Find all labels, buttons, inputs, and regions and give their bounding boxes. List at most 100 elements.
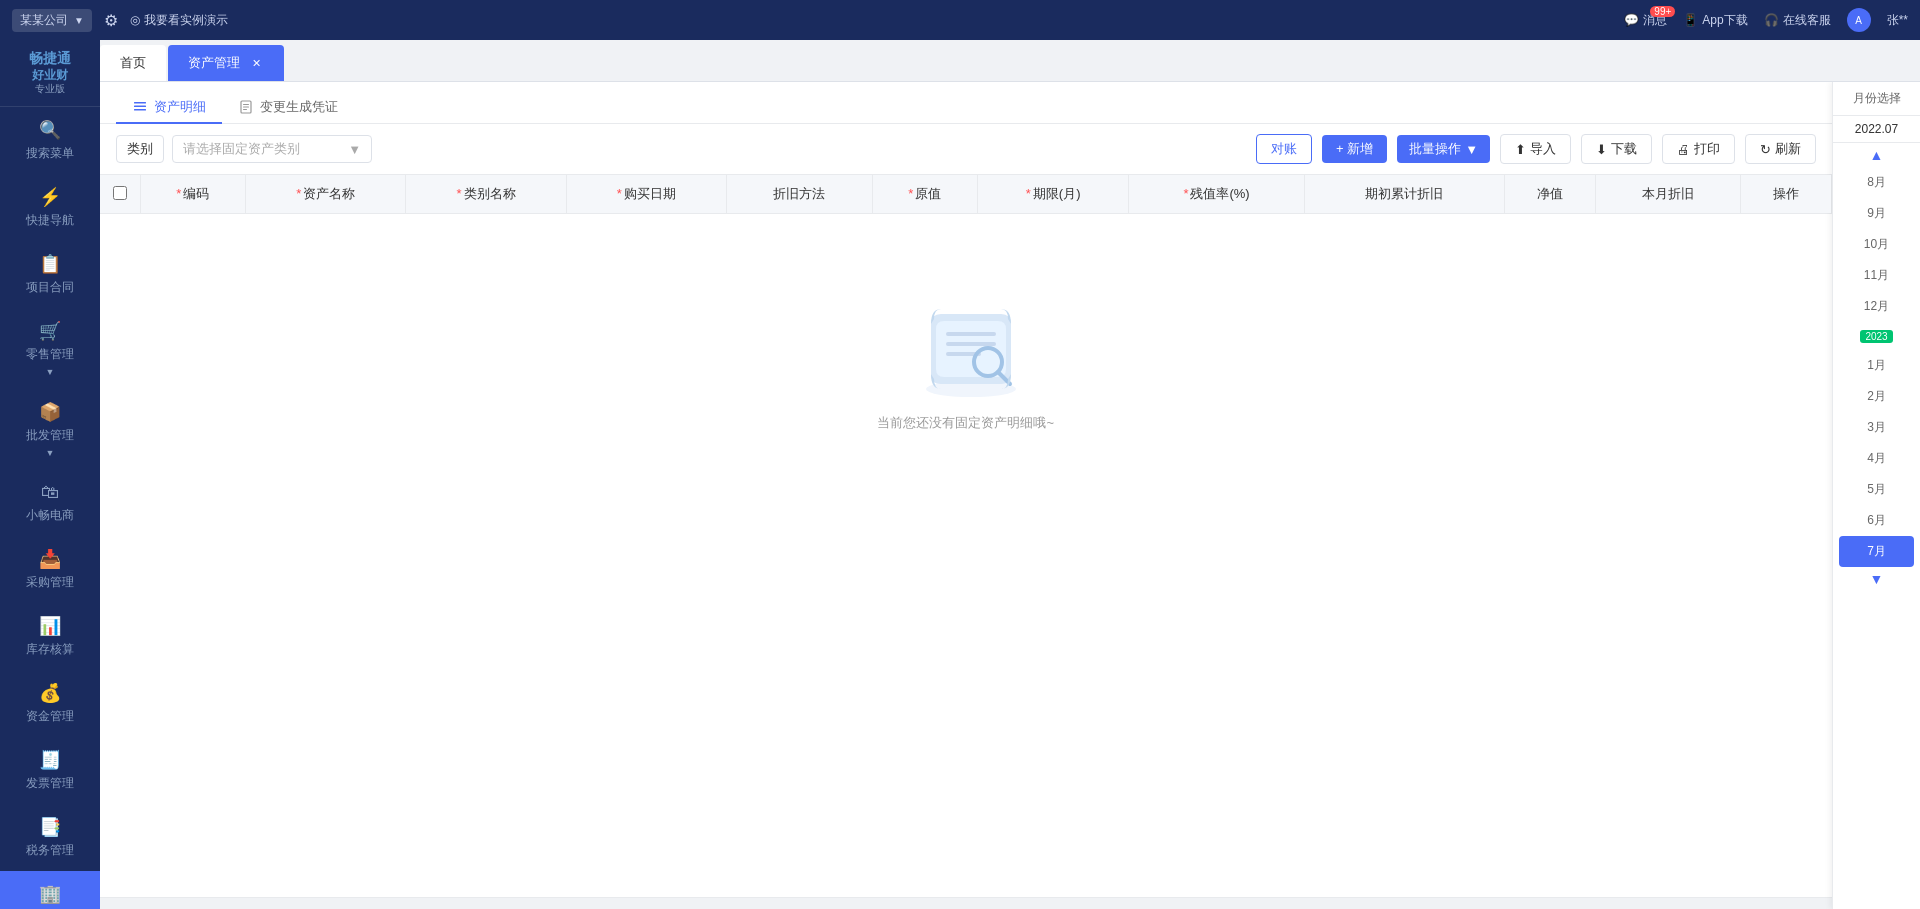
th-net-value-label: 净值 <box>1537 186 1563 201</box>
service-icon: 🎧 <box>1764 13 1779 27</box>
sidebar-item-ecommerce[interactable]: 🛍 小畅电商 <box>0 470 100 536</box>
table-body: 当前您还没有固定资产明细哦~ <box>100 214 1832 513</box>
add-button[interactable]: + 新增 <box>1322 135 1387 163</box>
settings-icon[interactable]: ⚙ <box>100 7 122 34</box>
month-item-6[interactable]: 6月 <box>1833 505 1920 536</box>
company-selector[interactable]: 某某公司 ▼ <box>12 9 92 32</box>
app-download-button[interactable]: 📱 App下载 <box>1683 12 1747 29</box>
month-year-badge: 2023 <box>1833 322 1920 350</box>
sidebar-item-project[interactable]: 📋 项目合同 <box>0 241 100 308</box>
table-header-row: *编码 *资产名称 *类别名称 *购买日期 <box>100 175 1832 214</box>
category-select[interactable]: 请选择固定资产类别 ▼ <box>172 135 372 163</box>
refresh-button[interactable]: ↻ 刷新 <box>1745 134 1816 164</box>
sidebar-item-fixedasset[interactable]: 🏢 固定资产 <box>0 871 100 909</box>
empty-cell: 当前您还没有固定资产明细哦~ <box>100 214 1832 513</box>
month-item-5[interactable]: 5月 <box>1833 474 1920 505</box>
th-monthly-label: 本月折旧 <box>1642 186 1694 201</box>
print-button[interactable]: 🖨 打印 <box>1662 134 1735 164</box>
month-item-2[interactable]: 2月 <box>1833 381 1920 412</box>
demo-label: 我要看实例演示 <box>144 12 228 29</box>
demo-icon: ◎ <box>130 13 140 27</box>
tab-home[interactable]: 首页 <box>100 45 166 81</box>
sidebar-item-quicknav[interactable]: ⚡ 快捷导航 <box>0 174 100 241</box>
month-item-9[interactable]: 9月 <box>1833 198 1920 229</box>
sidebar-item-finance[interactable]: 💰 资金管理 <box>0 670 100 737</box>
svg-rect-0 <box>134 102 146 104</box>
sidebar-item-retail[interactable]: 🛒 零售管理 ▼ <box>0 308 100 389</box>
arrow-icon: ▼ <box>46 367 55 377</box>
sidebar-item-purchase[interactable]: 📥 采购管理 <box>0 536 100 603</box>
top-bar: 某某公司 ▼ ⚙ ◎ 我要看实例演示 💬 消息 99+ 📱 App下载 🎧 在线… <box>0 0 1920 40</box>
empty-text: 当前您还没有固定资产明细哦~ <box>877 414 1054 432</box>
month-item-12[interactable]: 12月 <box>1833 291 1920 322</box>
bottom-scroll-bar[interactable] <box>100 897 1832 909</box>
chevron-down-icon: ▼ <box>74 15 84 26</box>
th-category: *类别名称 <box>406 175 566 214</box>
month-item-7-selected[interactable]: 7月 <box>1839 536 1914 567</box>
download-icon: ⬇ <box>1596 142 1607 157</box>
message-button[interactable]: 💬 消息 99+ <box>1624 12 1667 29</box>
tab-close-icon[interactable]: ✕ <box>248 55 264 71</box>
tab-bar: 首页 资产管理 ✕ <box>100 40 1920 82</box>
sidebar-item-search[interactable]: 🔍 搜索菜单 <box>0 107 100 174</box>
import-icon: ⬆ <box>1515 142 1526 157</box>
reconcile-button[interactable]: 对账 <box>1256 134 1312 164</box>
th-code: *编码 <box>140 175 246 214</box>
th-residual-rate: *残值率(%) <box>1129 175 1305 214</box>
month-item-8[interactable]: 8月 <box>1833 167 1920 198</box>
sidebar-item-wholesale[interactable]: 📦 批发管理 ▼ <box>0 389 100 470</box>
tax-icon: 📑 <box>39 816 61 838</box>
batch-operation-button[interactable]: 批量操作 ▼ <box>1397 135 1490 163</box>
app-download-label: App下载 <box>1702 12 1747 29</box>
filter-placeholder: 请选择固定资产类别 <box>183 140 300 158</box>
th-purchase-date: *购买日期 <box>566 175 726 214</box>
th-code-label: 编码 <box>183 186 209 201</box>
tab-asset-label: 资产管理 <box>188 54 240 72</box>
th-depreciation-method: 折旧方法 <box>727 175 872 214</box>
inventory-icon: 📊 <box>39 615 61 637</box>
category-filter[interactable]: 类别 <box>116 135 164 163</box>
month-nav: ▲ 8月 9月 10月 11月 12月 2023 1月 2月 3月 4月 5月 … <box>1833 143 1920 591</box>
svg-rect-6 <box>243 109 247 110</box>
user-name: 张** <box>1887 12 1908 29</box>
download-button[interactable]: ⬇ 下载 <box>1581 134 1652 164</box>
sidebar-item-invoice[interactable]: 🧾 发票管理 <box>0 737 100 804</box>
sub-tab-asset-detail[interactable]: 资产明细 <box>116 92 222 124</box>
reconcile-label: 对账 <box>1271 140 1297 158</box>
online-service-button[interactable]: 🎧 在线客服 <box>1764 12 1831 29</box>
th-period: *期限(月) <box>978 175 1129 214</box>
sidebar-item-label: 资金管理 <box>26 708 74 725</box>
sub-tab-voucher[interactable]: 变更生成凭证 <box>222 92 354 124</box>
month-item-3[interactable]: 3月 <box>1833 412 1920 443</box>
filter-label: 类别 <box>127 140 153 158</box>
sidebar: 畅捷通 好业财 专业版 🔍 搜索菜单 ⚡ 快捷导航 📋 项目合同 🛒 零售管理 … <box>0 40 100 909</box>
month-item-4[interactable]: 4月 <box>1833 443 1920 474</box>
batch-label: 批量操作 <box>1409 140 1461 158</box>
user-avatar[interactable]: A <box>1847 8 1871 32</box>
month-nav-down-button[interactable]: ▼ <box>1833 567 1920 591</box>
month-item-10[interactable]: 10月 <box>1833 229 1920 260</box>
sub-tabs: 资产明细 变更生成凭证 <box>100 82 1832 124</box>
sidebar-item-inventory[interactable]: 📊 库存核算 <box>0 603 100 670</box>
tab-home-label: 首页 <box>120 54 146 72</box>
arrow-icon: ▼ <box>46 448 55 458</box>
invoice-icon: 🧾 <box>39 749 61 771</box>
tab-asset-management[interactable]: 资产管理 ✕ <box>168 45 284 81</box>
select-all-checkbox[interactable] <box>113 186 127 200</box>
print-icon: 🖨 <box>1677 142 1690 157</box>
company-name: 某某公司 <box>20 12 68 29</box>
toolbar: 类别 请选择固定资产类别 ▼ 对账 + 新增 <box>100 124 1832 175</box>
demo-link[interactable]: ◎ 我要看实例演示 <box>130 12 228 29</box>
ecommerce-icon: 🛍 <box>41 482 59 503</box>
wholesale-icon: 📦 <box>39 401 61 423</box>
month-item-11[interactable]: 11月 <box>1833 260 1920 291</box>
table-container[interactable]: *编码 *资产名称 *类别名称 *购买日期 <box>100 175 1832 897</box>
sub-tab-voucher-label: 变更生成凭证 <box>260 98 338 116</box>
toolbar-left: 类别 请选择固定资产类别 ▼ <box>116 135 372 163</box>
import-button[interactable]: ⬆ 导入 <box>1500 134 1571 164</box>
refresh-label: 刷新 <box>1775 140 1801 158</box>
sidebar-item-tax[interactable]: 📑 税务管理 <box>0 804 100 871</box>
month-nav-up-button[interactable]: ▲ <box>1833 143 1920 167</box>
month-item-1[interactable]: 1月 <box>1833 350 1920 381</box>
list-icon <box>132 99 148 115</box>
